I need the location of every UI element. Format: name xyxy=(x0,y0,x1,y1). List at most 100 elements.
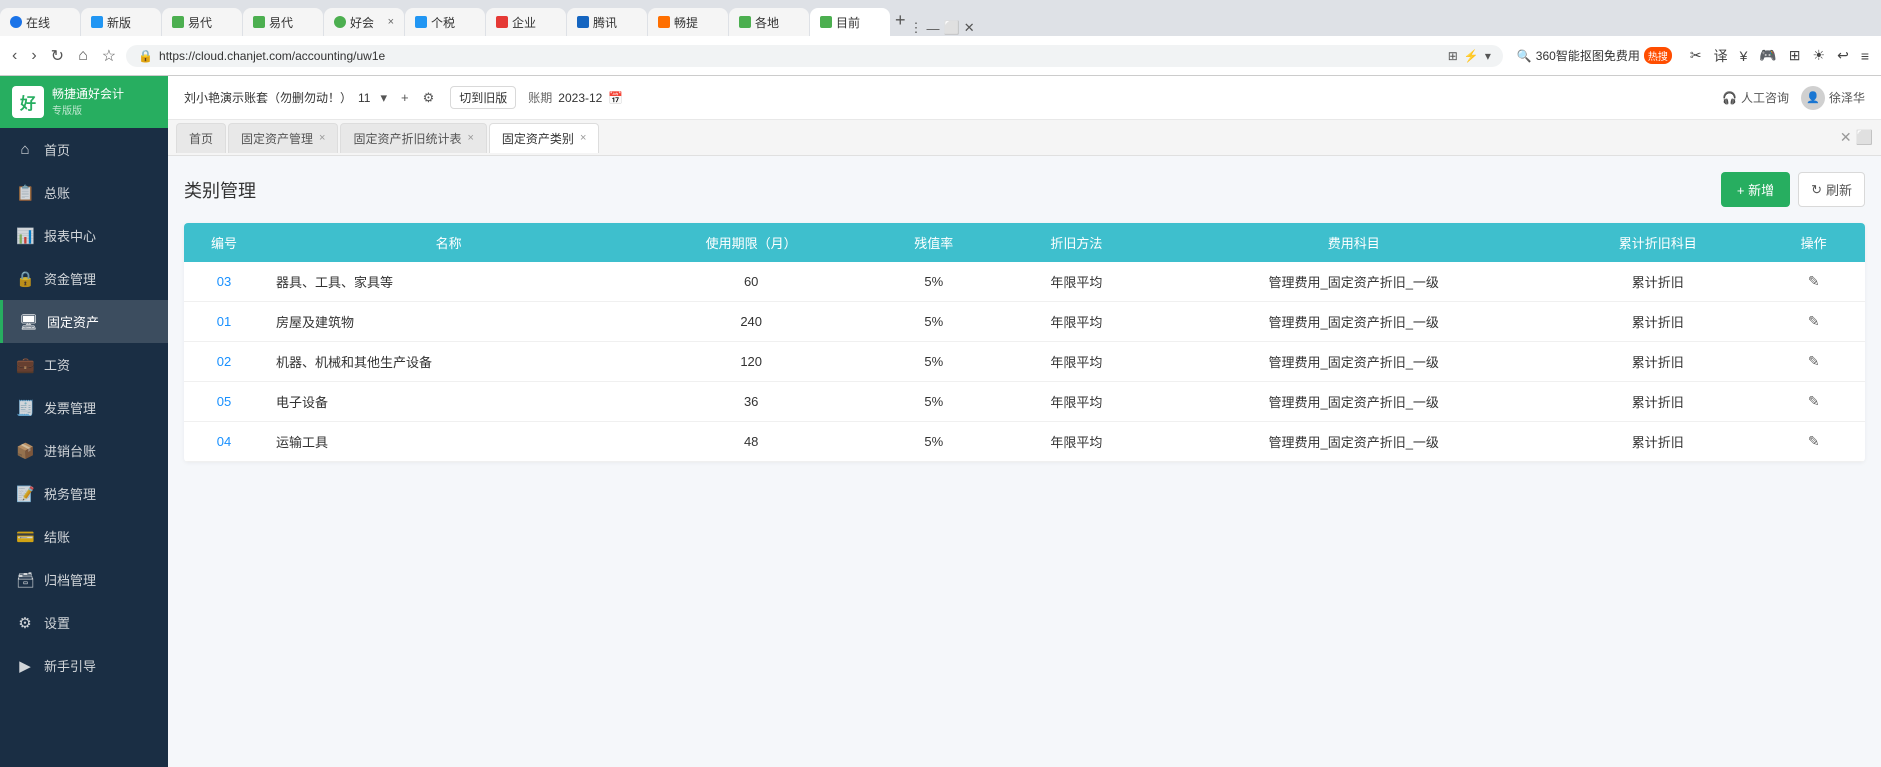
username-label: 徐泽华 xyxy=(1829,89,1865,106)
add-account-btn[interactable]: + xyxy=(397,88,413,107)
cell-code: 04 xyxy=(184,422,264,462)
sidebar-item-label-fixed-assets: 固定资产 xyxy=(47,312,99,331)
new-tab-button[interactable]: + xyxy=(895,10,906,31)
tab-close-t5[interactable]: × xyxy=(388,16,394,28)
sidebar-item-fixed-assets[interactable]: 🖥 固定资产 xyxy=(0,300,168,343)
browser-tab-t2[interactable]: 新版 xyxy=(81,8,161,36)
refresh-button[interactable]: ↻ 刷新 xyxy=(1798,172,1865,207)
user-avatar[interactable]: 👤 徐泽华 xyxy=(1801,86,1865,110)
inventory-icon: 📦 xyxy=(16,442,34,460)
col-header-residual: 残值率 xyxy=(869,223,998,262)
tab-label-t1: 在线 xyxy=(26,14,50,31)
edit-button[interactable]: ✎ xyxy=(1762,302,1865,342)
cell-period: 48 xyxy=(633,422,869,462)
calendar-icon[interactable]: 📅 xyxy=(608,91,623,105)
sidebar-item-label-inventory: 进销台账 xyxy=(44,441,96,460)
refresh-icon: ↻ xyxy=(1811,182,1822,198)
translate-icon[interactable]: 译 xyxy=(1710,44,1732,68)
page-tab-fa-management[interactable]: 固定资产管理 × xyxy=(228,123,338,153)
nav-bookmark-button[interactable]: ☆ xyxy=(98,44,120,68)
cell-name: 器具、工具、家具等 xyxy=(264,262,633,302)
edit-button[interactable]: ✎ xyxy=(1762,422,1865,462)
sidebar-item-invoice[interactable]: 🧾 发票管理 xyxy=(0,386,168,429)
sidebar-item-reports[interactable]: 📊 报表中心 xyxy=(0,214,168,257)
edit-button[interactable]: ✎ xyxy=(1762,262,1865,302)
cell-code: 02 xyxy=(184,342,264,382)
logo-sub: 专版版 xyxy=(52,102,124,117)
page-tab-fa-management-close[interactable]: × xyxy=(319,132,325,144)
sidebar-item-settlement[interactable]: 💳 结账 xyxy=(0,515,168,558)
page-title: 类别管理 xyxy=(184,177,256,203)
page-tab-fa-category-close[interactable]: × xyxy=(580,132,586,144)
undo-icon[interactable]: ↩ xyxy=(1833,45,1853,66)
maximize-tab-btn[interactable]: ⬜ xyxy=(1856,129,1873,146)
browser-tab-t1[interactable]: 在线 xyxy=(0,8,80,36)
sidebar-item-home[interactable]: ⌂ 首页 xyxy=(0,128,168,171)
browser-tab-t9[interactable]: 畅提 xyxy=(648,8,728,36)
add-category-button[interactable]: + 新增 xyxy=(1721,172,1790,207)
cell-period: 240 xyxy=(633,302,869,342)
brightness-icon[interactable]: ☀ xyxy=(1809,45,1830,66)
nav-home-button[interactable]: ⌂ xyxy=(74,45,92,67)
sidebar-item-ledger[interactable]: 📋 总账 xyxy=(0,171,168,214)
close-all-tabs-btn[interactable]: ✕ xyxy=(1840,129,1852,146)
settings-cog-btn[interactable]: ⚙ xyxy=(419,88,439,108)
col-header-period: 使用期限（月） xyxy=(633,223,869,262)
page-tab-home[interactable]: 首页 xyxy=(176,123,226,153)
edit-button[interactable]: ✎ xyxy=(1762,342,1865,382)
cell-residual: 5% xyxy=(869,262,998,302)
sidebar-item-inventory[interactable]: 📦 进销台账 xyxy=(0,429,168,472)
tab-label-t11: 目前 xyxy=(836,14,860,31)
browser-tab-t8[interactable]: 腾讯 xyxy=(567,8,647,36)
grid-icon[interactable]: ⊞ xyxy=(1785,45,1805,66)
edit-button[interactable]: ✎ xyxy=(1762,382,1865,422)
wallet-icon[interactable]: ¥ xyxy=(1736,46,1752,66)
account-dropdown-btn[interactable]: ▾ xyxy=(376,88,391,108)
cell-expense: 管理费用_固定资产折旧_一级 xyxy=(1154,422,1553,462)
sidebar-item-funds[interactable]: 🔒 资金管理 xyxy=(0,257,168,300)
browser-tab-t7[interactable]: 企业 xyxy=(486,8,566,36)
url-input[interactable]: 🔒 https://cloud.chanjet.com/accounting/u… xyxy=(126,45,1503,67)
url-dropdown-icon[interactable]: ▾ xyxy=(1485,49,1491,63)
browser-tab-t3[interactable]: 易代 xyxy=(162,8,242,36)
page-tab-fa-depreciation-close[interactable]: × xyxy=(467,132,473,144)
page-tab-fa-depreciation[interactable]: 固定资产折旧统计表 × xyxy=(340,123,486,153)
browser-tab-t5[interactable]: 好会 × xyxy=(324,8,404,36)
browser-tab-t10[interactable]: 各地 xyxy=(729,8,809,36)
switch-old-version-btn[interactable]: 切到旧版 xyxy=(450,86,516,109)
page-tab-fa-category[interactable]: 固定资产类别 × xyxy=(489,123,599,153)
tab-minimize-button[interactable]: — xyxy=(927,21,940,36)
sidebar-item-archive[interactable]: 🗃 归档管理 xyxy=(0,558,168,601)
nav-reload-button[interactable]: ↻ xyxy=(47,44,68,68)
logo-text-area: 畅捷通好会计 专版版 xyxy=(52,87,124,118)
tab-overflow-button[interactable]: ⋮ xyxy=(910,20,923,36)
bookmark-star-icon[interactable]: ⚡ xyxy=(1464,49,1479,63)
menu-icon[interactable]: ≡ xyxy=(1857,46,1873,66)
cell-expense: 管理费用_固定资产折旧_一级 xyxy=(1154,382,1553,422)
nav-forward-button[interactable]: › xyxy=(27,45,40,67)
cell-method: 年限平均 xyxy=(998,302,1154,342)
scissors-icon[interactable]: ✂ xyxy=(1686,45,1706,66)
tab-label-t8: 腾讯 xyxy=(593,14,617,31)
browser-tab-t4[interactable]: 易代 xyxy=(243,8,323,36)
cell-accumulated: 累计折旧 xyxy=(1553,342,1762,382)
sidebar-item-settings[interactable]: ⚙ 设置 xyxy=(0,601,168,644)
browser-tab-t11[interactable]: 目前 xyxy=(810,8,890,36)
tab-close-window-button[interactable]: ✕ xyxy=(964,20,975,36)
refresh-label: 刷新 xyxy=(1826,180,1852,199)
col-header-action: 操作 xyxy=(1762,223,1865,262)
search-area: 🔍 360智能抠图免费用 热搜 xyxy=(1517,47,1672,64)
cell-code: 01 xyxy=(184,302,264,342)
tab-label-t2: 新版 xyxy=(107,14,131,31)
col-header-name: 名称 xyxy=(264,223,633,262)
sidebar-item-guide[interactable]: ▶ 新手引导 xyxy=(0,644,168,687)
consult-button[interactable]: 🎧 人工咨询 xyxy=(1722,89,1789,106)
tab-maximize-button[interactable]: ⬜ xyxy=(944,20,960,36)
sidebar-item-payroll[interactable]: 💼 工资 xyxy=(0,343,168,386)
browser-tab-t6[interactable]: 个税 xyxy=(405,8,485,36)
sidebar-item-label-funds: 资金管理 xyxy=(44,269,96,288)
nav-back-button[interactable]: ‹ xyxy=(8,45,21,67)
site-info-icon[interactable]: ⊞ xyxy=(1448,49,1458,63)
game-icon[interactable]: 🎮 xyxy=(1755,45,1780,66)
sidebar-item-tax[interactable]: 📝 税务管理 xyxy=(0,472,168,515)
